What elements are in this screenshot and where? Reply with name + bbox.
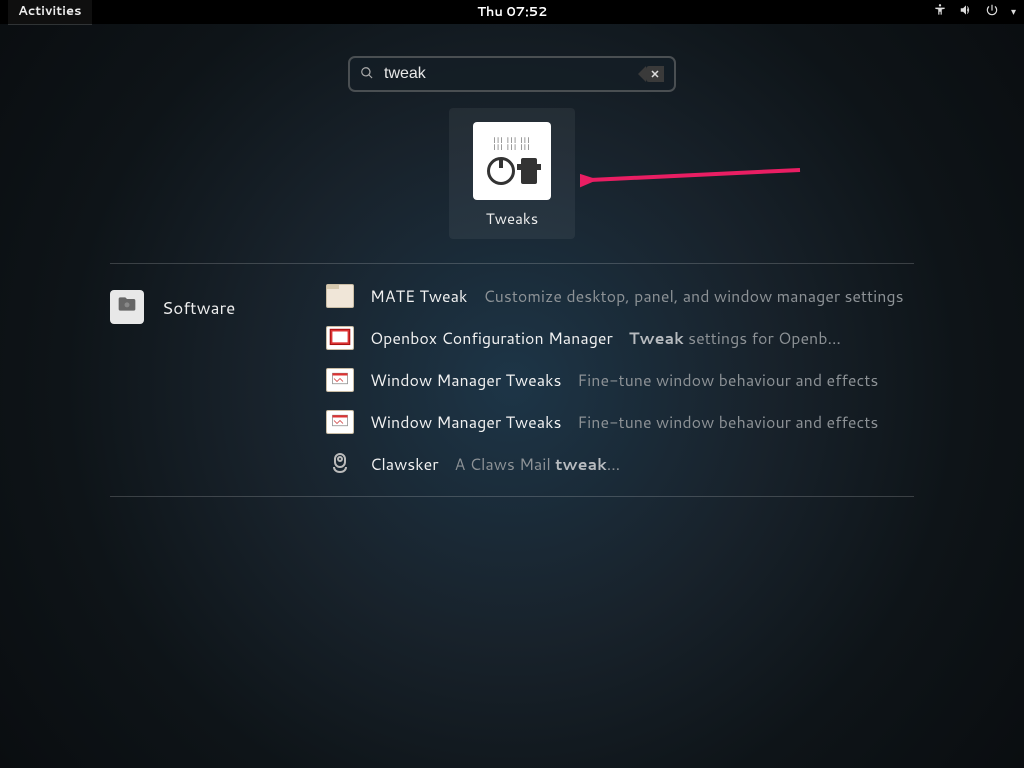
accessibility-icon[interactable]: [933, 3, 947, 22]
search-icon: [360, 63, 374, 86]
result-name: Openbox Configuration Manager: [370, 327, 613, 350]
section-title: Software: [162, 290, 235, 320]
software-result-mate-tweak[interactable]: MATE Tweak Customize desktop, panel, and…: [326, 284, 914, 308]
app-icon: [326, 452, 354, 476]
result-name: Clawsker: [370, 453, 438, 476]
clock[interactable]: Thu 07:52: [477, 3, 547, 21]
software-result-wm-tweaks-1[interactable]: Window Manager Tweaks Fine-tune window b…: [326, 368, 914, 392]
chevron-down-icon[interactable]: ▾: [1011, 5, 1016, 19]
result-description: Customize desktop, panel, and window man…: [483, 285, 903, 308]
software-section: Software MATE Tweak Customize desktop, p…: [0, 264, 1024, 476]
section-divider: [110, 496, 914, 497]
volume-icon[interactable]: [959, 3, 973, 22]
clear-search-button[interactable]: ✕: [646, 66, 664, 82]
close-icon: ✕: [650, 69, 659, 80]
search-box[interactable]: ✕: [348, 56, 676, 92]
app-result-label: Tweaks: [459, 208, 565, 229]
result-name: MATE Tweak: [370, 285, 467, 308]
system-status-area[interactable]: ▾: [933, 3, 1016, 22]
result-name: Window Manager Tweaks: [370, 411, 561, 434]
software-result-clawsker[interactable]: Clawsker A Claws Mail tweak...: [326, 452, 914, 476]
app-icon: [326, 284, 354, 308]
search-input[interactable]: [384, 65, 636, 83]
app-icon: [326, 326, 354, 350]
result-description: A Claws Mail tweak...: [454, 453, 620, 476]
result-name: Window Manager Tweaks: [370, 369, 561, 392]
top-bar: Activities Thu 07:52 ▾: [0, 0, 1024, 24]
software-result-openbox[interactable]: Openbox Configuration Manager Tweak sett…: [326, 326, 914, 350]
power-icon[interactable]: [985, 3, 999, 22]
activities-button[interactable]: Activities: [8, 0, 92, 25]
result-description: Tweak settings for Openb...: [629, 327, 841, 350]
app-icon: [326, 368, 354, 392]
tweaks-app-icon: ||| ||| |||||| ||| |||: [473, 122, 551, 200]
software-result-wm-tweaks-2[interactable]: Window Manager Tweaks Fine-tune window b…: [326, 410, 914, 434]
app-icon: [326, 410, 354, 434]
software-category-icon: [110, 290, 144, 324]
app-result-tweaks[interactable]: ||| ||| |||||| ||| ||| Tweaks: [449, 108, 575, 239]
result-description: Fine-tune window behaviour and effects: [577, 369, 878, 392]
result-description: Fine-tune window behaviour and effects: [577, 411, 878, 434]
